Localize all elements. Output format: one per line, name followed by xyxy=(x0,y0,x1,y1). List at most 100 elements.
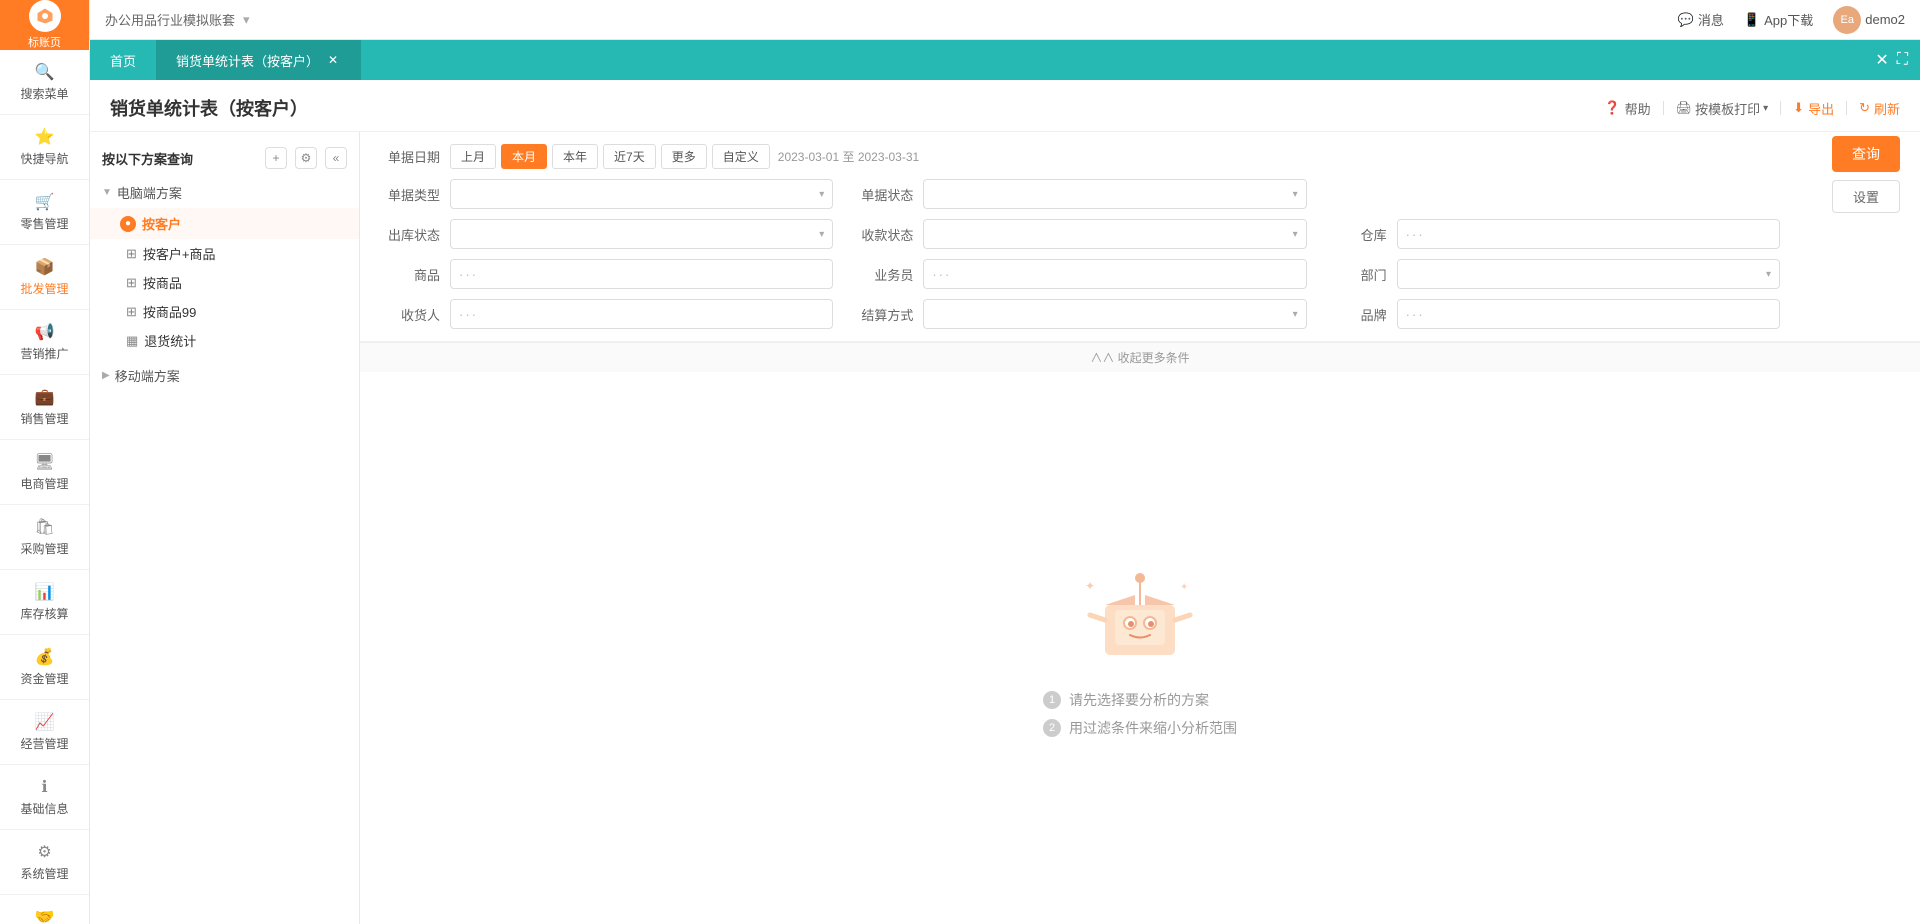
sidebar-item-business[interactable]: 📈 经营管理 xyxy=(0,700,90,765)
date-range: 2023-03-01 至 2023-03-31 xyxy=(778,148,919,165)
refresh-btn[interactable]: ↻ 刷新 xyxy=(1859,99,1900,118)
user-name: demo2 xyxy=(1865,12,1905,27)
tab-close-icon[interactable]: ✕ xyxy=(325,52,341,68)
plus-icon: + xyxy=(272,151,279,165)
receiver-label: 收货人 xyxy=(380,305,450,324)
logo-area[interactable]: 标账页 xyxy=(0,0,90,50)
sidebar-item-marketing[interactable]: 📢 营销推广 xyxy=(0,310,90,375)
dept-input[interactable]: ▾ xyxy=(1397,259,1780,289)
print-btn[interactable]: 🖨 按模板打印 ▾ xyxy=(1676,99,1769,118)
sidebar-item-finance[interactable]: 💰 资金管理 xyxy=(0,635,90,700)
app-download-btn[interactable]: 📱 App下载 xyxy=(1744,10,1813,29)
sidebar-item-nav[interactable]: ⭐ 快捷导航 xyxy=(0,115,90,180)
industry-label: 办公用品行业模拟账套 xyxy=(105,10,235,29)
settlement-input[interactable]: ▾ xyxy=(923,299,1306,329)
sidebar-item-collab[interactable]: 🤝 企业协同 xyxy=(0,895,90,924)
nav-icon: ⭐ xyxy=(35,127,55,147)
sidebar-item-inventory[interactable]: 📊 库存核算 xyxy=(0,570,90,635)
out-status-label: 出库状态 xyxy=(380,225,450,244)
goods-label: 商品 xyxy=(380,265,450,284)
sidebar-item-ecommerce[interactable]: 🖥 电商管理 xyxy=(0,440,90,505)
warehouse-label: 仓库 xyxy=(1327,225,1397,244)
scheme-item-by-customer[interactable]: ● 按客户 xyxy=(90,208,359,239)
collapse-icon: « xyxy=(333,151,340,165)
date-btn-this-month[interactable]: 本月 xyxy=(501,144,547,169)
add-scheme-btn[interactable]: + xyxy=(265,147,287,169)
maximize-window-icon[interactable]: ⛶ xyxy=(1897,51,1908,69)
purchase-icon: 🛍 xyxy=(35,517,55,537)
scheme-item-by-customer-goods[interactable]: ⊞ 按客户+商品 xyxy=(90,239,359,268)
sidebar-item-label: 营销推广 xyxy=(20,345,68,362)
scheme-item-by-goods[interactable]: ⊞ 按商品 xyxy=(90,268,359,297)
collapse-bar[interactable]: ∧∧ 收起更多条件 xyxy=(360,342,1920,372)
doc-type-input[interactable]: ▾ xyxy=(450,179,833,209)
query-button[interactable]: 查询 xyxy=(1832,136,1900,172)
brand-input[interactable]: ··· xyxy=(1397,299,1780,329)
payment-status-dropdown-icon: ▾ xyxy=(1293,229,1298,240)
top-nav-right: 💬 消息 📱 App下载 Ea demo2 xyxy=(1678,6,1905,34)
scheme-grid-icon: ⊞ xyxy=(126,246,137,262)
goods-input[interactable]: ··· xyxy=(450,259,833,289)
filter-item-doc-status: 单据状态 ▾ xyxy=(853,179,1306,209)
scheme-group-header-mobile[interactable]: ▶ 移动端方案 xyxy=(90,360,359,391)
dropdown-arrow[interactable]: ▾ xyxy=(243,12,250,28)
filter-item-receiver: 收货人 ··· xyxy=(380,299,833,329)
message-btn[interactable]: 💬 消息 xyxy=(1678,10,1724,29)
step-2-icon: 2 xyxy=(1043,719,1061,737)
help-label: 帮助 xyxy=(1625,99,1651,118)
export-btn[interactable]: ⬇ 导出 xyxy=(1793,99,1834,118)
print-icon: 🖨 xyxy=(1676,100,1693,116)
empty-msg-1-text: 请先选择要分析的方案 xyxy=(1069,690,1209,710)
user-menu[interactable]: Ea demo2 xyxy=(1833,6,1905,34)
top-nav-left: 办公用品行业模拟账套 ▾ xyxy=(105,10,250,29)
payment-status-label: 收款状态 xyxy=(853,225,923,244)
sidebar-item-label: 基础信息 xyxy=(20,800,68,817)
doc-status-input[interactable]: ▾ xyxy=(923,179,1306,209)
main-area: 办公用品行业模拟账套 ▾ 💬 消息 📱 App下载 Ea demo2 首页 xyxy=(90,0,1920,924)
salesman-input[interactable]: ··· xyxy=(923,259,1306,289)
sidebar-item-retail[interactable]: 🛒 零售管理 xyxy=(0,180,90,245)
sidebar-item-sales[interactable]: 💼 销售管理 xyxy=(0,375,90,440)
help-btn[interactable]: ❓ 帮助 xyxy=(1604,99,1650,118)
close-window-icon[interactable]: ✕ xyxy=(1875,50,1888,70)
payment-status-input[interactable]: ▾ xyxy=(923,219,1306,249)
tab-home[interactable]: 首页 xyxy=(90,40,156,80)
message-icon: 💬 xyxy=(1678,12,1694,28)
sidebar-item-purchase[interactable]: 🛍 采购管理 xyxy=(0,505,90,570)
date-btn-this-year[interactable]: 本年 xyxy=(552,144,598,169)
empty-messages: 1 请先选择要分析的方案 2 用过滤条件来缩小分析范围 xyxy=(1043,690,1237,746)
tab-sales-stat[interactable]: 销货单统计表（按客户） ✕ xyxy=(156,40,361,80)
tab-sales-label: 销货单统计表（按客户） xyxy=(176,51,319,70)
out-status-input[interactable]: ▾ xyxy=(450,219,833,249)
date-btn-custom[interactable]: 自定义 xyxy=(712,144,770,169)
scheme-item-by-goods99[interactable]: ⊞ 按商品99 xyxy=(90,297,359,326)
scheme-group-mobile: ▶ 移动端方案 xyxy=(90,360,359,391)
date-btn-more[interactable]: 更多 xyxy=(661,144,707,169)
empty-state: ✦ ✦ 1 请先选择要分析的方案 2 用过滤条件来缩小分析范围 xyxy=(360,372,1920,924)
sidebar: 标账页 🔍 搜索菜单 ⭐ 快捷导航 🛒 零售管理 📦 批发管理 📢 营销推广 💼… xyxy=(0,0,90,924)
receiver-input[interactable]: ··· xyxy=(450,299,833,329)
date-label: 单据日期 xyxy=(380,147,450,166)
left-panel-icons: + ⚙ « xyxy=(265,147,347,169)
warehouse-input[interactable]: ··· xyxy=(1397,219,1780,249)
settings-button[interactable]: 设置 xyxy=(1832,180,1900,213)
scheme-item-label: 按商品 xyxy=(143,273,182,292)
tabs-bar: 首页 销货单统计表（按客户） ✕ ✕ ⛶ xyxy=(90,40,1920,80)
sidebar-item-info[interactable]: ℹ 基础信息 xyxy=(0,765,90,830)
date-btn-7days[interactable]: 近7天 xyxy=(603,144,656,169)
filter-action-buttons: 查询 设置 xyxy=(1832,132,1900,213)
retail-icon: 🛒 xyxy=(35,192,55,212)
filter-row-2: 出库状态 ▾ 收款状态 ▾ xyxy=(380,219,1900,249)
sidebar-item-wholesale[interactable]: 📦 批发管理 xyxy=(0,245,90,310)
settings-scheme-btn[interactable]: ⚙ xyxy=(295,147,317,169)
sidebar-item-system[interactable]: ⚙ 系统管理 xyxy=(0,830,90,895)
scheme-item-return-stat[interactable]: ▦ 退货统计 xyxy=(90,326,359,355)
scheme-group-desktop: ▼ 电脑端方案 ● 按客户 ⊞ 按客户+商品 ⊞ xyxy=(90,177,359,355)
left-panel-title: 按以下方案查询 xyxy=(102,149,193,168)
empty-illustration: ✦ ✦ xyxy=(1080,550,1200,670)
collapse-panel-btn[interactable]: « xyxy=(325,147,347,169)
scheme-group-header-desktop[interactable]: ▼ 电脑端方案 xyxy=(90,177,359,208)
sidebar-item-search[interactable]: 🔍 搜索菜单 xyxy=(0,50,90,115)
ecommerce-icon: 🖥 xyxy=(35,452,55,472)
date-btn-last-month[interactable]: 上月 xyxy=(450,144,496,169)
